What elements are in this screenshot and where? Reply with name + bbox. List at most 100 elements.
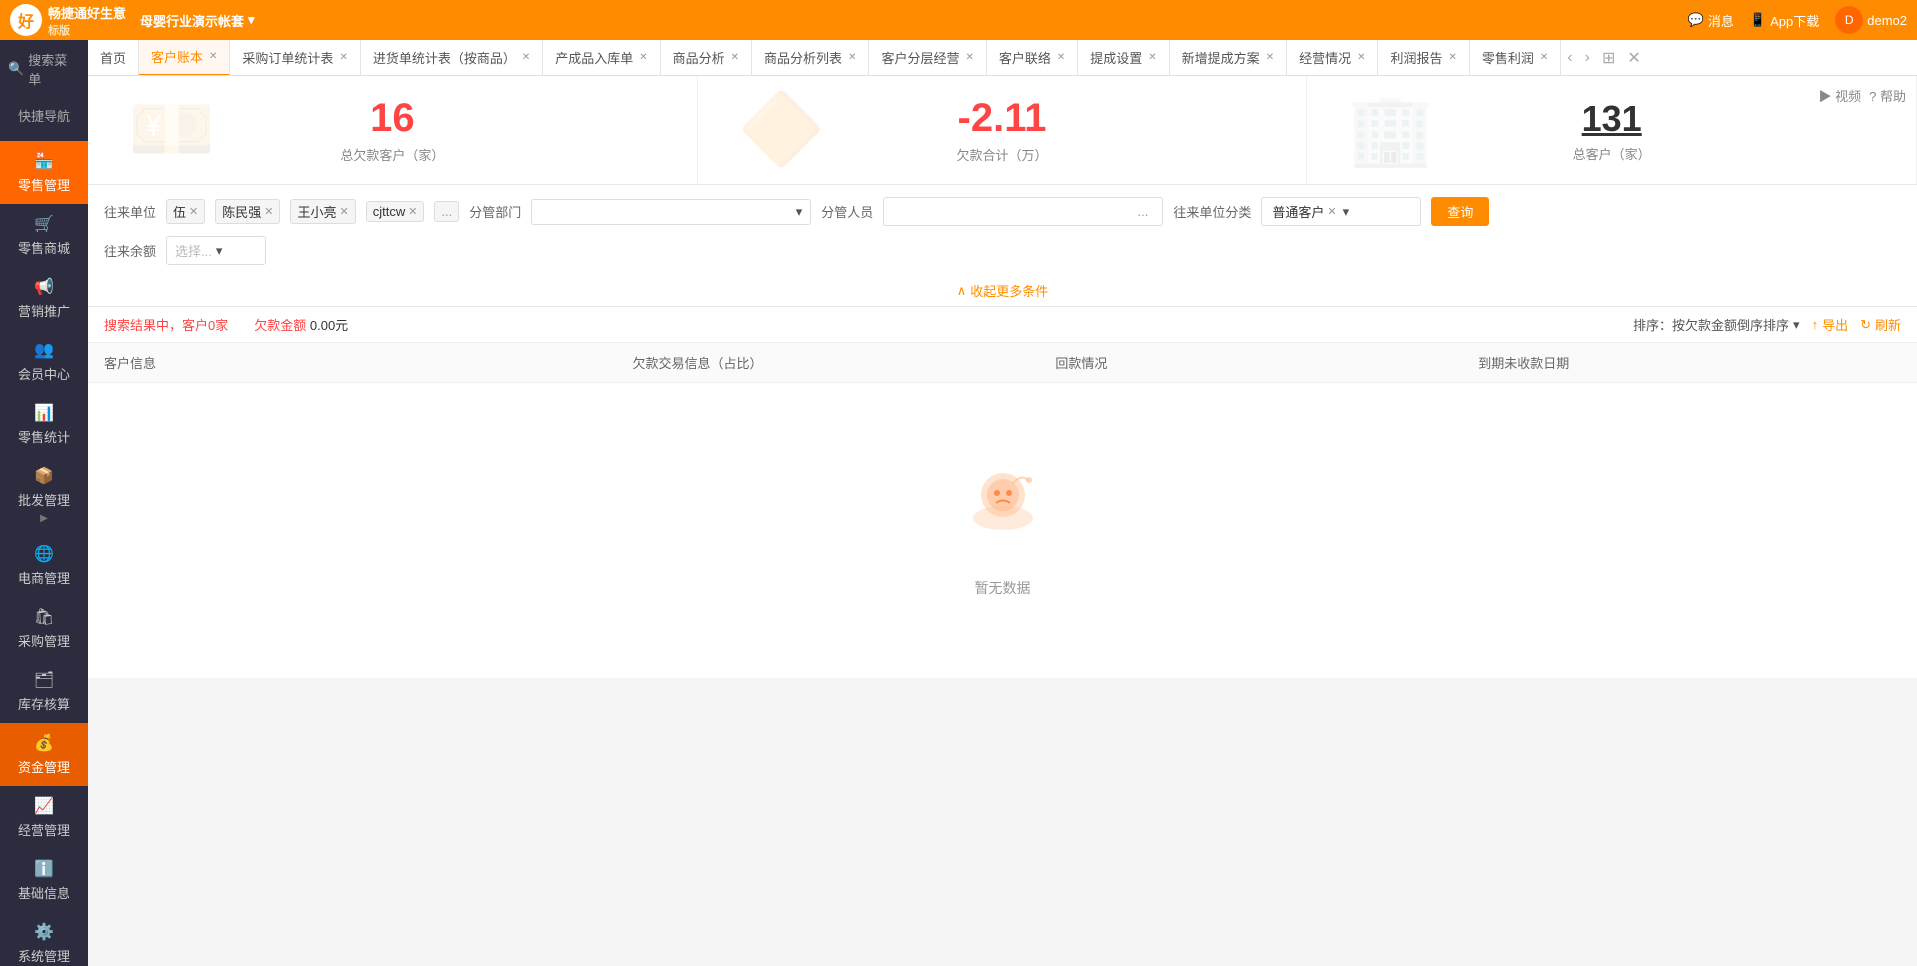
message-btn[interactable]: 💬 消息 [1688,11,1734,30]
debt-customers-icon: 💴 [128,89,215,171]
unit-label: 往来单位 [104,202,156,221]
col-repay: 回款情况 [1055,353,1478,372]
remove-tag-chen[interactable]: ✕ [264,205,273,218]
empty-text: 暂无数据 [975,578,1031,598]
export-btn[interactable]: ↑ 导出 [1812,315,1849,334]
tab-expand-btn[interactable]: ⊞ [1596,48,1621,68]
tab-product-analysis[interactable]: 商品分析 ✕ [661,40,752,76]
filter-row-1: 往来单位 伍 ✕ 陈民强 ✕ 王小亮 ✕ [104,197,1901,226]
quick-nav-btn[interactable]: 快捷导航 [0,98,88,133]
tab-close-customer-account[interactable]: ✕ [209,51,217,62]
search-icon: 🔍 [8,61,24,77]
logo-icon: 好 [10,4,42,36]
person-select[interactable]: ... [883,197,1163,226]
sidebar-item-purchase[interactable]: 🛍 采购管理 [0,597,88,660]
collapse-filter-btn[interactable]: ∧ 收起更多条件 [104,275,1901,306]
tab-home[interactable]: 首页 [88,40,139,76]
tab-close-new-raise-plan[interactable]: ✕ [1266,52,1274,63]
remove-unit-type-tag[interactable]: ✕ [1327,205,1336,218]
finance-icon: 💰 [34,733,54,753]
tab-close-operations-status[interactable]: ✕ [1357,52,1365,63]
filter-more-tags[interactable]: ... [434,201,459,222]
account-dropdown[interactable]: 母婴行业演示帐套 ▾ [132,7,263,34]
query-button[interactable]: 查询 [1431,197,1489,226]
sidebar-item-inventory[interactable]: 🗂 库存核算 [0,660,88,723]
stats-icon: 📊 [34,403,54,423]
tab-purchase-order[interactable]: 采购订单统计表 ✕ [230,40,360,76]
debt-total-icon: 🔶 [738,89,825,171]
video-btn[interactable]: ▶ 视频 [1819,86,1862,105]
operations-icon: 📈 [34,796,54,816]
tab-customer-contact[interactable]: 客户联络 ✕ [987,40,1078,76]
tab-next-btn[interactable]: › [1579,49,1596,67]
tab-product-analysis-list[interactable]: 商品分析列表 ✕ [752,40,869,76]
user-menu[interactable]: D demo2 [1835,6,1907,34]
refresh-btn[interactable]: ↻ 刷新 [1860,315,1901,334]
tab-purchase-stats[interactable]: 进货单统计表（按商品） ✕ [361,40,543,76]
remainder-select[interactable]: 选择... ▾ [166,236,266,265]
col-customer: 客户信息 [104,353,633,372]
tab-cost-entry[interactable]: 产成品入库单 ✕ [543,40,660,76]
person-label: 分管人员 [821,202,873,221]
tab-close-purchase-stats[interactable]: ✕ [522,52,530,63]
sidebar-item-retail-mgmt[interactable]: 🏪 零售管理 [0,141,88,204]
total-customers-label: 总客户（家） [1573,144,1651,163]
tab-close-profit-report[interactable]: ✕ [1449,52,1457,63]
tab-raise-settings[interactable]: 提成设置 ✕ [1078,40,1169,76]
debt-customers-label: 总欠款客户（家） [340,145,444,164]
mall-icon: 🛒 [34,214,54,234]
main-layout: 🔍 搜索菜单 快捷导航 🏪 零售管理 🛒 零售商城 📢 营销推广 👥 会员中 [0,40,1917,966]
sidebar-item-member[interactable]: 👥 会员中心 [0,330,88,393]
remove-tag-cjttcw[interactable]: ✕ [408,205,417,218]
tab-close-customer-contact[interactable]: ✕ [1057,52,1065,63]
filter-tag-unit: 伍 ✕ [166,199,205,224]
tab-customer-segment[interactable]: 客户分层经营 ✕ [869,40,986,76]
remove-tag-wang[interactable]: ✕ [340,205,349,218]
search-menu-btn[interactable]: 🔍 搜索菜单 [0,40,88,98]
sidebar-item-finance[interactable]: 💰 资金管理 [0,723,88,786]
unit-type-select[interactable]: 普通客户 ✕ ▾ [1261,197,1421,226]
help-btn[interactable]: ? 帮助 [1869,86,1906,105]
remove-tag-wu[interactable]: ✕ [189,205,198,218]
tab-new-raise-plan[interactable]: 新增提成方案 ✕ [1170,40,1287,76]
table-toolbar: 搜索结果中，客户0家 欠款金额 0.00元 排序：按欠款金额倒序排序 ▾ ↑ 导… [88,307,1917,343]
top-actions: 💬 消息 📱 App下载 D demo2 [1688,6,1907,34]
table-section: 搜索结果中，客户0家 欠款金额 0.00元 排序：按欠款金额倒序排序 ▾ ↑ 导… [88,307,1917,678]
sort-select[interactable]: 排序：按欠款金额倒序排序 ▾ [1633,315,1800,334]
empty-icon [963,463,1043,562]
app-download-btn[interactable]: 📱 App下载 [1750,11,1819,30]
tab-prev-btn[interactable]: ‹ [1561,49,1578,67]
sidebar-item-sys-mgmt[interactable]: ⚙️ 系统管理 [0,912,88,966]
card-actions: ▶ 视频 ? 帮助 [1819,86,1907,105]
sort-label: 排序：按欠款金额倒序排序 [1633,315,1789,334]
tab-close-retail-profit[interactable]: ✕ [1540,52,1548,63]
tab-customer-account[interactable]: 客户账本 ✕ [139,40,230,76]
tab-close-all-btn[interactable]: ✕ [1621,48,1646,68]
tab-close-product-analysis-list[interactable]: ✕ [848,52,856,63]
tab-close-customer-segment[interactable]: ✕ [965,52,973,63]
unit-type-tag: 普通客户 ✕ [1270,202,1338,221]
tab-profit-report[interactable]: 利润报告 ✕ [1378,40,1469,76]
tab-retail-profit[interactable]: 零售利润 ✕ [1470,40,1561,76]
store-icon: 🏪 [34,151,54,171]
sidebar-item-ecommerce[interactable]: 🌐 电商管理 [0,534,88,597]
sidebar-item-operations[interactable]: 📈 经营管理 [0,786,88,849]
sidebar-item-marketing[interactable]: 📢 营销推广 [0,267,88,330]
sidebar-item-basic-info[interactable]: ℹ️ 基础信息 [0,849,88,912]
chevron-down-icon: ▾ [1793,317,1800,333]
tab-operations-status[interactable]: 经营情况 ✕ [1287,40,1378,76]
avatar: D [1835,6,1863,34]
tab-close-raise-settings[interactable]: ✕ [1148,52,1156,63]
total-customers-num: 131 [1582,98,1642,140]
sidebar-item-retail-mall[interactable]: 🛒 零售商城 [0,204,88,267]
tab-close-cost-entry[interactable]: ✕ [639,52,647,63]
tab-close-product-analysis[interactable]: ✕ [731,52,739,63]
dept-select[interactable]: ▾ [531,199,811,225]
sidebar-item-batch-mgmt[interactable]: 📦 批发管理 ▶ [0,456,88,534]
tab-close-purchase-order[interactable]: ✕ [339,52,347,63]
filter-row-2: 往来余额 选择... ▾ [104,236,1901,265]
sidebar-item-retail-stats[interactable]: 📊 零售统计 [0,393,88,456]
search-result: 搜索结果中，客户0家 欠款金额 0.00元 [104,315,348,334]
person-more-btn[interactable]: ... [1131,202,1154,221]
summary-cards: 💴 16 总欠款客户（家） 🔶 -2.11 欠款合计（万） 🏢 131 总客户（… [88,76,1917,185]
